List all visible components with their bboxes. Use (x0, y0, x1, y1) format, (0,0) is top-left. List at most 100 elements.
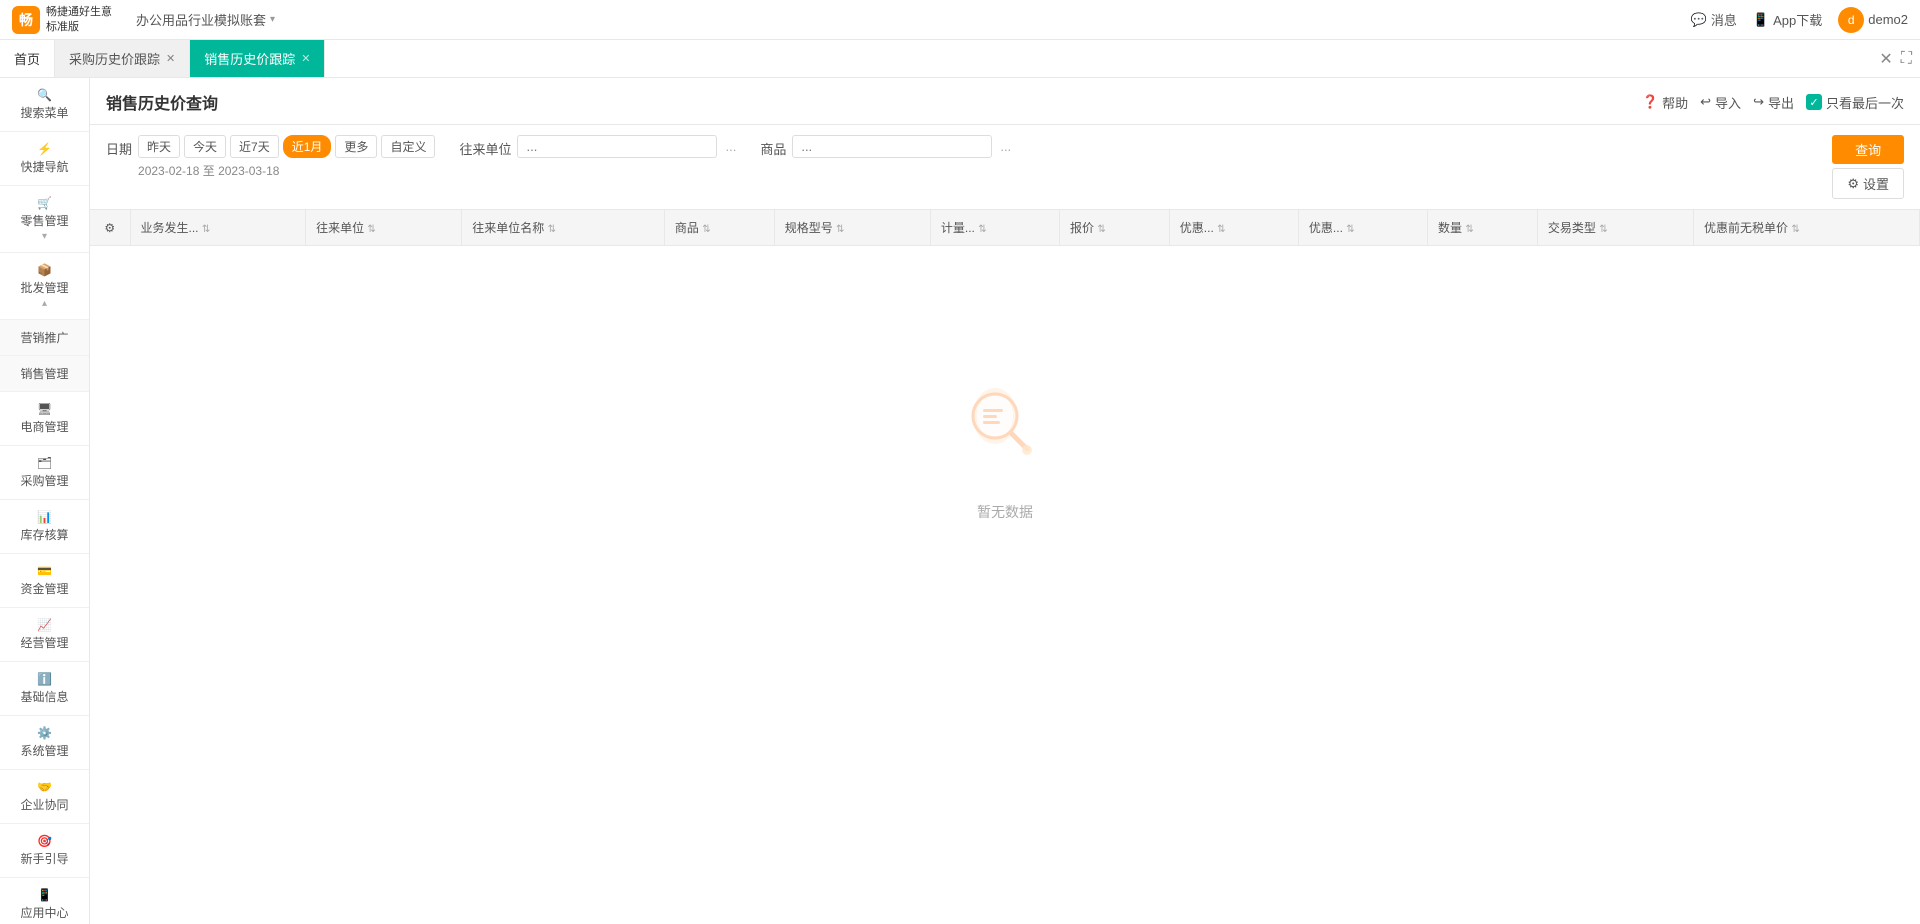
tab-purchase-history[interactable]: 采购历史价跟踪 ✕ (55, 40, 190, 77)
sort-icon: ⇅ (1217, 224, 1225, 235)
date-custom[interactable]: 自定义 (381, 135, 435, 158)
page-title: 销售历史价查询 (106, 90, 218, 114)
col-quoted-price[interactable]: 报价 ⇅ (1060, 210, 1170, 246)
col-quantity[interactable]: 数量 ⇅ (1428, 210, 1538, 246)
date-7days[interactable]: 近7天 (230, 135, 279, 158)
product-input[interactable] (792, 135, 992, 158)
sort-icon: ⇅ (702, 224, 710, 235)
sidebar-item-inventory[interactable]: 📊 库存核算 (0, 500, 89, 554)
monitor-icon: 🖥 (37, 402, 52, 416)
tab-purchase-close[interactable]: ✕ (166, 52, 175, 65)
settings-icon: ⚙️ (37, 726, 52, 740)
date-more[interactable]: 更多 (335, 135, 377, 158)
wholesale-sub-items: 营销推广 销售管理 (0, 320, 89, 392)
tab-sales-history[interactable]: 销售历史价跟踪 ✕ (190, 40, 325, 77)
page-actions: ❓ 帮助 ↩ 导入 ↪ 导出 只看最后一次 (1642, 93, 1904, 112)
trending-icon: 📈 (37, 618, 52, 632)
help-button[interactable]: ❓ 帮助 (1642, 93, 1688, 112)
product-dots: ... (1000, 139, 1011, 154)
date-filter-row: 昨天 今天 近7天 近1月 更多 自定义 (138, 135, 435, 158)
settings-button[interactable]: ⚙ 设置 (1832, 168, 1904, 199)
sidebar-item-quick-nav[interactable]: ⚡ 快捷导航 (0, 132, 89, 186)
top-bar-right: 💬 消息 📱 App下载 d demo2 (1691, 7, 1908, 33)
sort-icon: ⇅ (202, 224, 210, 235)
sidebar-item-system-mgmt[interactable]: ⚙️ 系统管理 (0, 716, 89, 770)
export-button[interactable]: ↪ 导出 (1753, 93, 1794, 112)
sidebar-item-newbie-guide[interactable]: 🎯 新手引导 (0, 824, 89, 878)
top-bar: 畅 畅捷通好生意 标准版 办公用品行业模拟账套 ▾ 💬 消息 📱 App下载 d… (0, 0, 1920, 40)
date-today[interactable]: 今天 (184, 135, 226, 158)
tab-sales-close[interactable]: ✕ (301, 52, 310, 65)
logo-text: 畅捷通好生意 标准版 (46, 5, 112, 34)
help-icon: ❓ (1642, 94, 1658, 110)
tab-home[interactable]: 首页 (0, 40, 55, 77)
import-button[interactable]: ↩ 导入 (1700, 93, 1741, 112)
sidebar-item-fund-mgmt[interactable]: 💳 资金管理 (0, 554, 89, 608)
gear-icon: ⚙ (104, 221, 115, 235)
sidebar-item-search-menu[interactable]: 🔍 搜索菜单 (0, 78, 89, 132)
counterparty-input[interactable] (517, 135, 717, 158)
handshake-icon: 🤝 (37, 780, 52, 794)
date-1month[interactable]: 近1月 (283, 135, 332, 158)
col-product[interactable]: 商品 ⇅ (664, 210, 774, 246)
close-window-button[interactable]: ✕ (1879, 49, 1892, 69)
sidebar-item-app-center[interactable]: 📱 应用中心 (0, 878, 89, 924)
app-icon: 📱 (37, 888, 52, 902)
content-area: 销售历史价查询 ❓ 帮助 ↩ 导入 ↪ 导出 只看最后一次 (90, 78, 1920, 924)
col-discount2[interactable]: 优惠... ⇅ (1298, 210, 1427, 246)
col-counterparty-name[interactable]: 往来单位名称 ⇅ (462, 210, 665, 246)
sidebar-item-purchase-mgmt[interactable]: 🗂 采购管理 (0, 446, 89, 500)
sidebar-item-wholesale-mgmt[interactable]: 📦 批发管理 ▴ (0, 253, 89, 320)
filter-bar: 日期 昨天 今天 近7天 近1月 更多 自定义 2023-02-18 至 202… (90, 125, 1920, 210)
import-icon: ↩ (1700, 94, 1711, 110)
sort-icon: ⇅ (836, 224, 844, 235)
sidebar-item-ops-mgmt[interactable]: 📈 经营管理 (0, 608, 89, 662)
col-settings[interactable]: ⚙ (90, 210, 130, 246)
tab-purchase-label: 采购历史价跟踪 (69, 49, 160, 68)
export-icon: ↪ (1753, 94, 1764, 110)
sort-icon: ⇅ (548, 224, 556, 235)
query-button[interactable]: 查询 (1832, 135, 1904, 164)
info-icon: ℹ️ (37, 672, 52, 686)
col-biz-date[interactable]: 业务发生... ⇅ (130, 210, 306, 246)
header-row: ⚙ 业务发生... ⇅ 往来单位 ⇅ 往来单位名称 ⇅ 商品 ⇅ 规格型号 ⇅ … (90, 210, 1920, 246)
download-icon: 📱 (1753, 12, 1769, 28)
tab-bar-actions: ✕ ⛶ (1879, 40, 1920, 77)
only-last-checkbox[interactable] (1806, 94, 1822, 110)
sidebar-item-ecommerce[interactable]: 🖥 电商管理 (0, 392, 89, 446)
message-button[interactable]: 💬 消息 (1691, 10, 1737, 29)
col-discount1[interactable]: 优惠... ⇅ (1169, 210, 1298, 246)
main-table: ⚙ 业务发生... ⇅ 往来单位 ⇅ 往来单位名称 ⇅ 商品 ⇅ 规格型号 ⇅ … (90, 210, 1920, 246)
col-trade-type[interactable]: 交易类型 ⇅ (1537, 210, 1693, 246)
col-pretax-price[interactable]: 优惠前无税单价 ⇅ (1694, 210, 1920, 246)
company-selector[interactable]: 办公用品行业模拟账套 ▾ (136, 10, 275, 29)
sidebar-item-basic-info[interactable]: ℹ️ 基础信息 (0, 662, 89, 716)
col-spec[interactable]: 规格型号 ⇅ (774, 210, 930, 246)
sidebar-item-retail-mgmt[interactable]: 🛒 零售管理 ▾ (0, 186, 89, 253)
user-menu[interactable]: d demo2 (1838, 7, 1908, 33)
message-icon: 💬 (1691, 12, 1707, 28)
box-icon: 📦 (37, 263, 52, 277)
sidebar-item-enterprise-agreement[interactable]: 🤝 企业协同 (0, 770, 89, 824)
top-bar-left: 畅 畅捷通好生意 标准版 办公用品行业模拟账套 ▾ (12, 5, 275, 34)
sidebar-item-marketing[interactable]: 营销推广 (0, 320, 89, 356)
sort-icon: ⇅ (1346, 224, 1354, 235)
counterparty-input-group: ... (517, 135, 736, 158)
only-last-checkbox-label[interactable]: 只看最后一次 (1806, 93, 1904, 112)
app-download-button[interactable]: 📱 App下载 (1753, 10, 1822, 29)
col-unit[interactable]: 计量... ⇅ (930, 210, 1059, 246)
settings-icon: ⚙ (1847, 176, 1859, 192)
date-filter-options: 昨天 今天 近7天 近1月 更多 自定义 2023-02-18 至 2023-0… (138, 135, 435, 179)
maximize-button[interactable]: ⛶ (1901, 50, 1912, 68)
avatar: d (1838, 7, 1864, 33)
sort-icon: ⇅ (367, 224, 375, 235)
search-icon: 🔍 (37, 88, 52, 102)
chevron-down-icon: ▾ (42, 231, 47, 242)
col-counterparty-code[interactable]: 往来单位 ⇅ (306, 210, 462, 246)
sidebar-item-sales-mgmt[interactable]: 销售管理 (0, 356, 89, 392)
empty-state: 暂无数据 (90, 246, 1920, 646)
date-yesterday[interactable]: 昨天 (138, 135, 180, 158)
sort-icon: ⇅ (1465, 224, 1473, 235)
product-input-group: ... (792, 135, 1011, 158)
counterparty-dots: ... (725, 139, 736, 154)
